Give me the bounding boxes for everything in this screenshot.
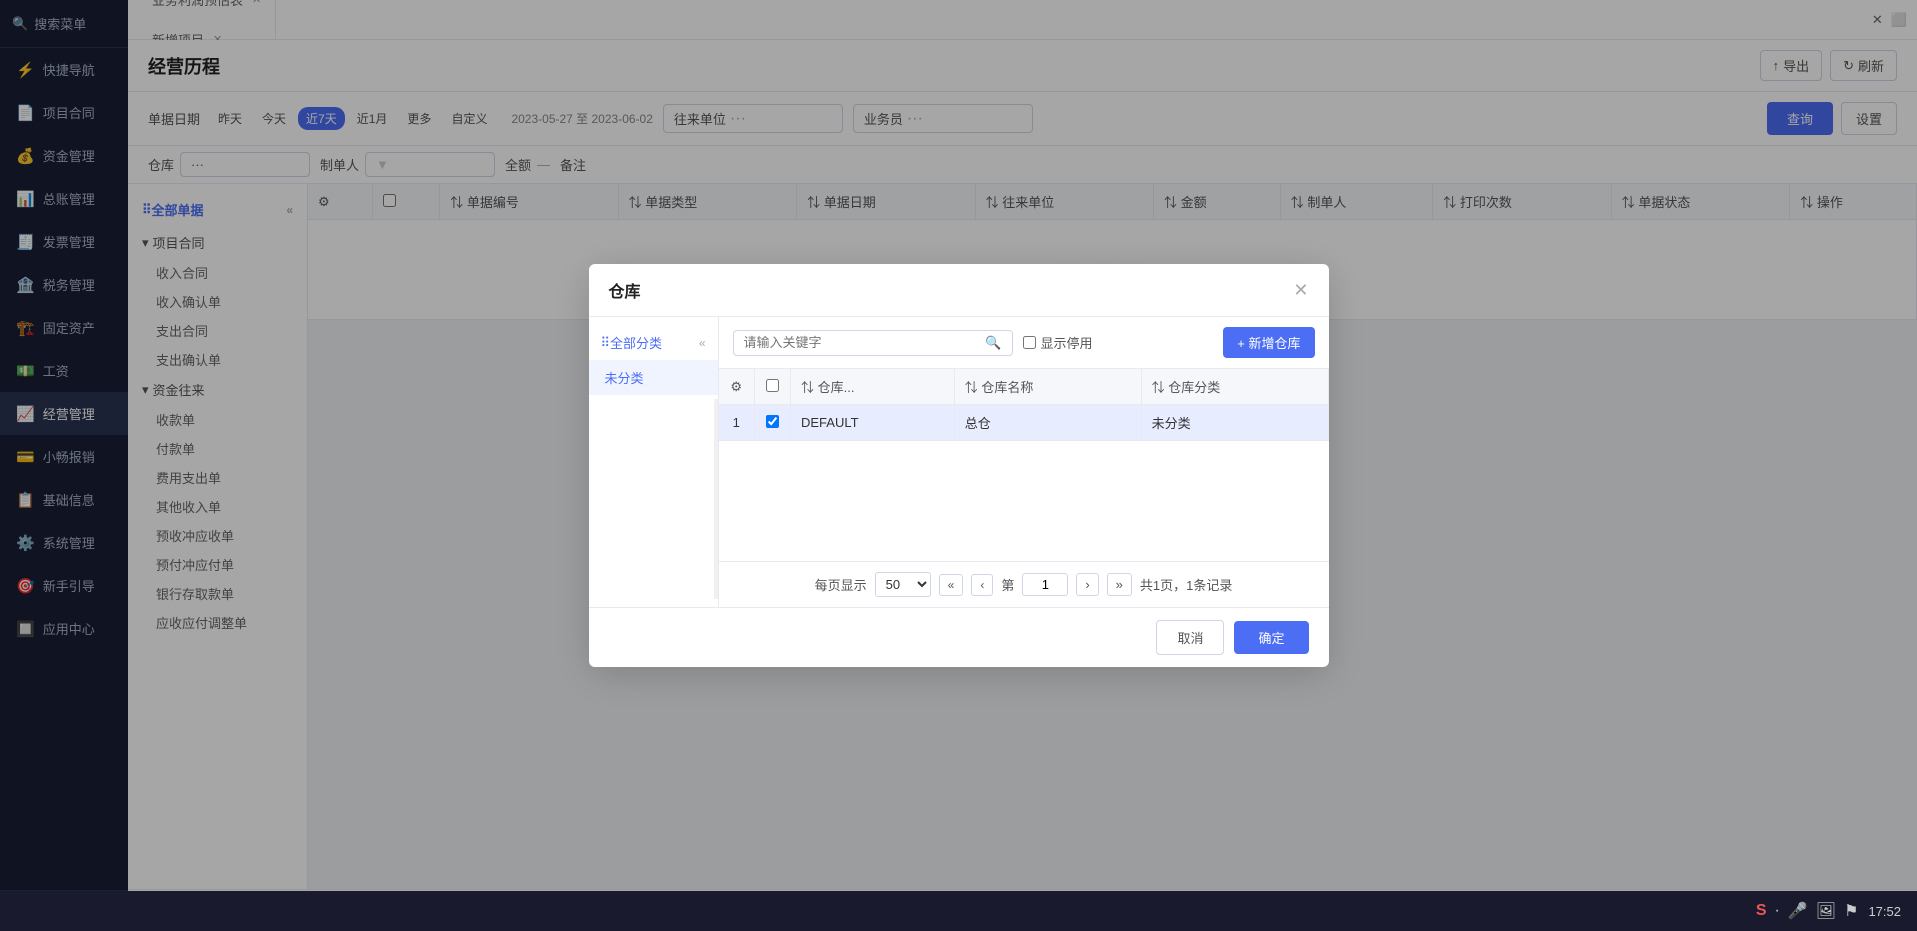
modal-toolbar: 🔍 显示停用 + 新增仓库	[719, 317, 1329, 369]
modal-table-row[interactable]: 1 DEFAULT 总仓 未分类	[719, 405, 1329, 441]
next-icon[interactable]: ›	[1076, 573, 1098, 596]
select-all-checkbox[interactable]	[766, 379, 779, 392]
cancel-button[interactable]: 取消	[1156, 620, 1224, 655]
add-warehouse-button[interactable]: + 新增仓库	[1223, 327, 1314, 358]
modal-title: 仓库	[609, 278, 641, 302]
row-category: 未分类	[1141, 405, 1328, 441]
modal-col-category[interactable]: ⇅ 仓库分类	[1141, 369, 1328, 405]
modal-header: 仓库 ✕	[589, 264, 1329, 317]
modal-table-wrap: ⚙ ⇅ 仓库... ⇅ 仓库名称	[719, 369, 1329, 561]
modal-sidebar: ⠿ 全部分类 « 未分类	[589, 317, 719, 607]
modal-per-page-select[interactable]: 501020100	[875, 572, 931, 597]
modal-sidebar-all[interactable]: ⠿ 全部分类 «	[589, 325, 718, 360]
taskbar-icon-s: S	[1756, 902, 1767, 920]
taskbar-icons: S · 🎤 🖼 ⚑	[1756, 901, 1859, 921]
grid-icon: ⠿	[601, 335, 611, 351]
modal-col-settings[interactable]: ⚙	[719, 369, 755, 405]
modal-table: ⚙ ⇅ 仓库... ⇅ 仓库名称	[719, 369, 1329, 441]
modal-sidebar-uncategorized[interactable]: 未分类	[589, 360, 718, 395]
row-code: DEFAULT	[791, 405, 955, 441]
row-checkbox[interactable]	[766, 415, 779, 428]
show-disabled-input[interactable]	[1023, 336, 1036, 349]
modal-first-page-btn[interactable]: «	[939, 574, 964, 596]
show-disabled-checkbox[interactable]: 显示停用	[1023, 333, 1093, 352]
modal-sidebar-collapse[interactable]: «	[699, 336, 706, 350]
modal-close-button[interactable]: ✕	[1293, 280, 1308, 301]
modal-page-input[interactable]	[1022, 573, 1068, 596]
taskbar-icon-dot: ·	[1775, 902, 1780, 920]
modal-body: ⠿ 全部分类 « 未分类 🔍	[589, 317, 1329, 607]
confirm-button[interactable]: 确定	[1234, 621, 1308, 654]
search-icon: 🔍	[985, 335, 1001, 351]
modal-col-code[interactable]: ⇅ 仓库...	[791, 369, 955, 405]
modal-footer: 取消 确定	[589, 607, 1329, 667]
modal-overlay[interactable]: 仓库 ✕ ⠿ 全部分类 « 未分类	[0, 0, 1917, 931]
modal-pagination: 每页显示 501020100 « ‹ 第 › » 共1页，1条记录	[719, 561, 1329, 607]
modal-search-input[interactable]	[744, 335, 980, 350]
row-name: 总仓	[954, 405, 1141, 441]
last-icon[interactable]: »	[1107, 573, 1132, 596]
taskbar-time: 17:52	[1868, 904, 1901, 919]
modal-col-name[interactable]: ⇅ 仓库名称	[954, 369, 1141, 405]
warehouse-modal: 仓库 ✕ ⠿ 全部分类 « 未分类	[589, 264, 1329, 667]
modal-prev-page-btn[interactable]: ‹	[971, 574, 993, 596]
taskbar-icon-img: 🖼	[1816, 901, 1836, 921]
modal-main: 🔍 显示停用 + 新增仓库 ⚙	[719, 317, 1329, 607]
taskbar-icon-flag: ⚑	[1844, 901, 1858, 921]
modal-col-check	[755, 369, 791, 405]
taskbar-icon-mic: 🎤	[1788, 901, 1808, 921]
modal-search-box[interactable]: 🔍	[733, 330, 1013, 356]
taskbar: S · 🎤 🖼 ⚑ 17:52	[0, 891, 1917, 931]
